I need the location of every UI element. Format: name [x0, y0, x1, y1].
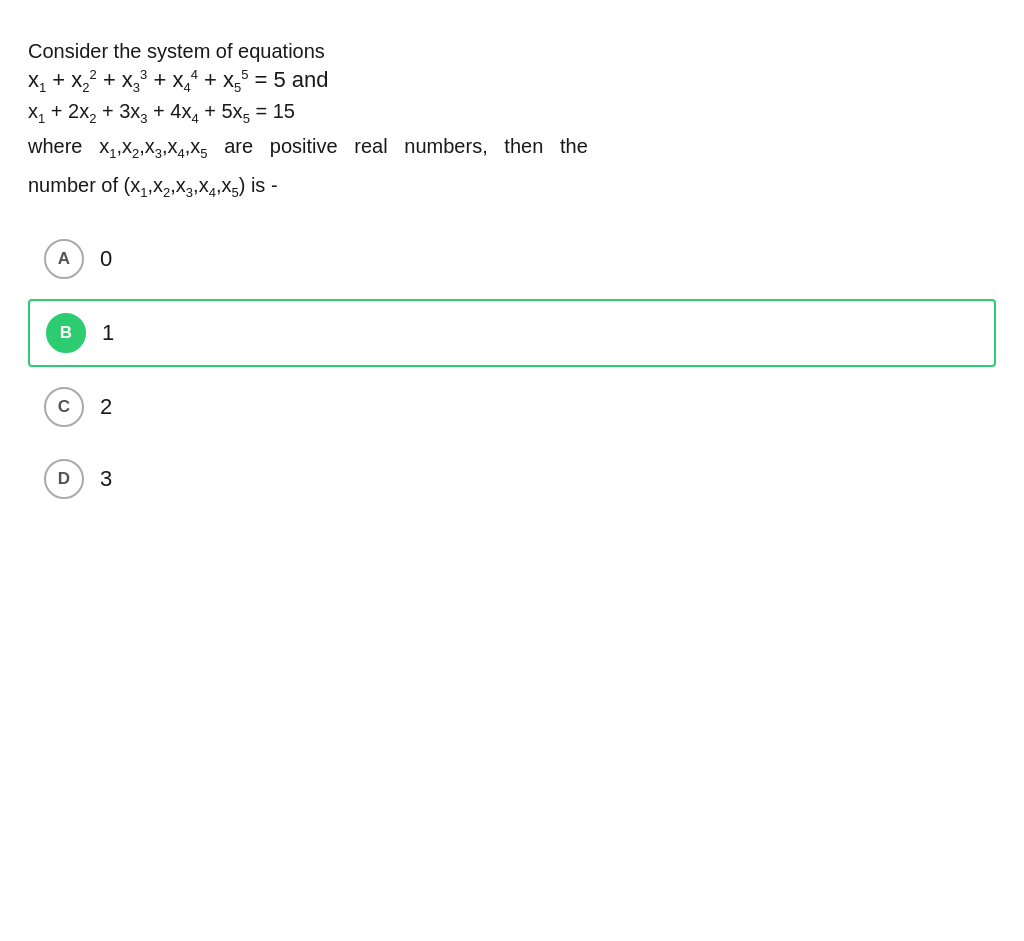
- option-circle-a: A: [44, 239, 84, 279]
- intro-line: Consider the system of equations: [28, 40, 996, 63]
- desc-text: where x1,x2,x3,x4,x5 are positive real n…: [28, 135, 588, 157]
- option-row-c[interactable]: C 2: [28, 375, 996, 439]
- option-row-b[interactable]: B 1: [28, 299, 996, 367]
- options-container: A 0 B 1 C 2 D 3: [28, 227, 996, 511]
- option-value-d: 3: [100, 466, 112, 492]
- equation2-line: x1 + 2x2 + 3x3 + 4x4 + 5x5 = 15: [28, 100, 996, 126]
- option-label-c: C: [58, 397, 70, 417]
- question-container: Consider the system of equations x1 + x2…: [20, 24, 1004, 527]
- option-circle-c: C: [44, 387, 84, 427]
- intro-text: Consider the system of equations: [28, 40, 325, 62]
- option-value-a: 0: [100, 246, 112, 272]
- option-row-d[interactable]: D 3: [28, 447, 996, 511]
- option-value-b: 1: [102, 320, 114, 346]
- option-circle-b: B: [46, 313, 86, 353]
- desc-line2: number of (x1,x2,x3,x4,x5) is -: [28, 169, 996, 204]
- desc-line: where x1,x2,x3,x4,x5 are positive real n…: [28, 130, 996, 165]
- equation1-line: x1 + x22 + x33 + x44 + x55 = 5 and: [28, 67, 996, 96]
- eq2-text: x1 + 2x2 + 3x3 + 4x4 + 5x5 = 15: [28, 100, 295, 122]
- eq1-text: x1 + x22 + x33 + x44 + x55 = 5 and: [28, 67, 329, 92]
- option-row-a[interactable]: A 0: [28, 227, 996, 291]
- desc2-text: number of (x1,x2,x3,x4,x5) is -: [28, 174, 278, 196]
- option-label-d: D: [58, 469, 70, 489]
- option-label-b: B: [60, 323, 72, 343]
- option-label-a: A: [58, 249, 70, 269]
- option-value-c: 2: [100, 394, 112, 420]
- option-circle-d: D: [44, 459, 84, 499]
